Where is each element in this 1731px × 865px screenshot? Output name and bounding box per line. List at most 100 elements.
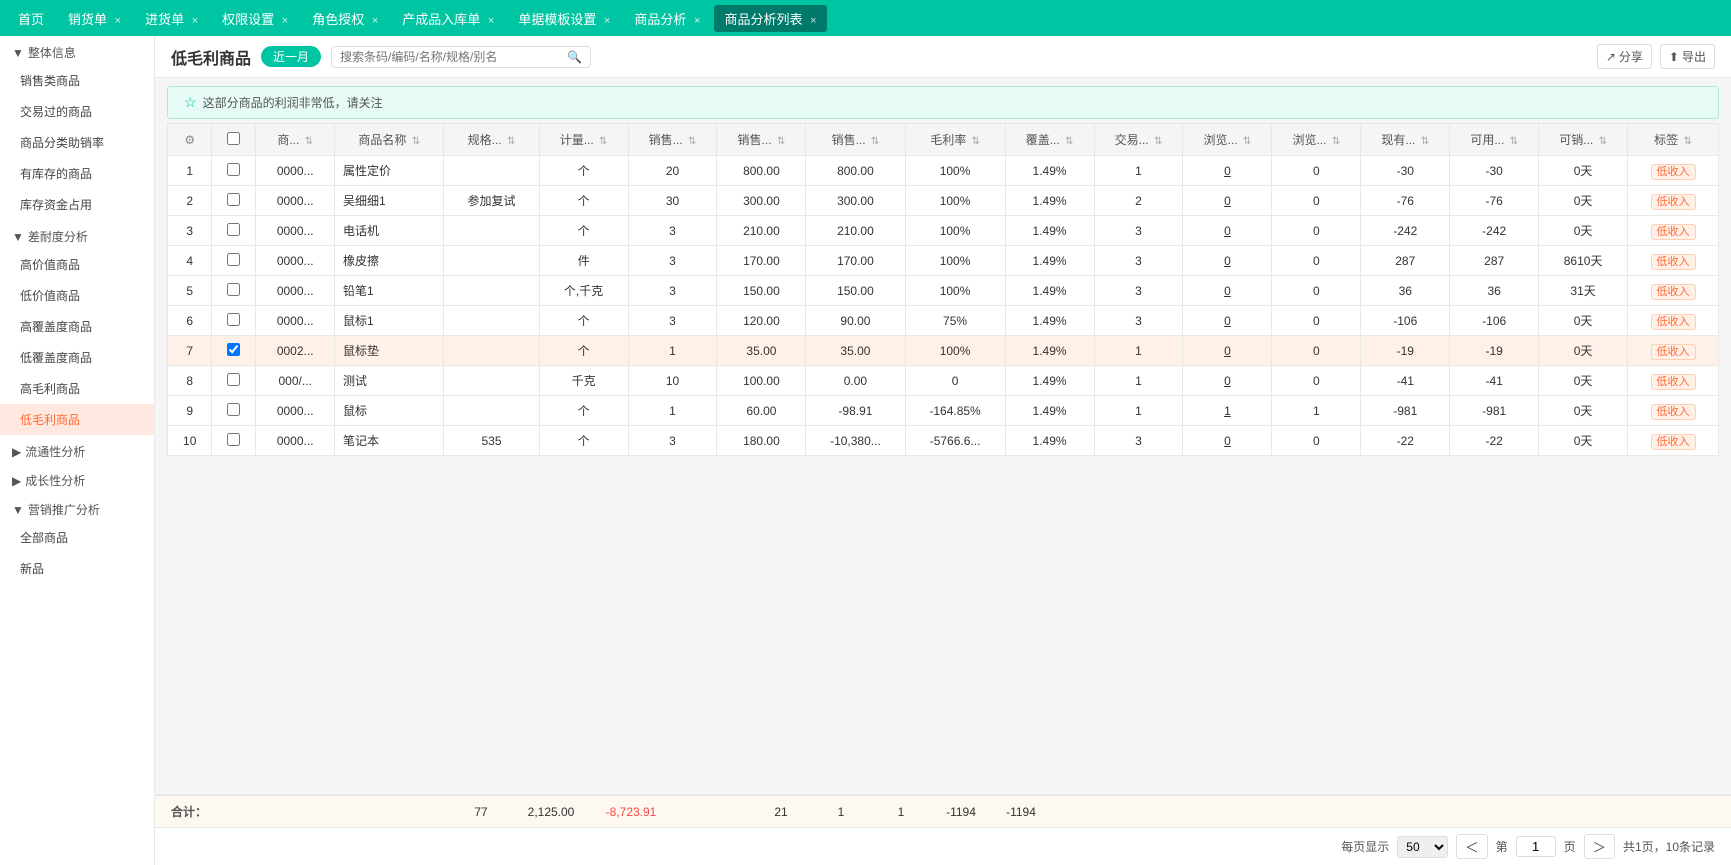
page-header: 低毛利商品 近一月 🔍 ↗ 分享 ⬆ 导出: [155, 36, 1731, 78]
cell-browse1[interactable]: 0: [1183, 156, 1272, 186]
row-checkbox[interactable]: [227, 433, 240, 446]
cell-checkbox[interactable]: [212, 276, 256, 306]
cell-browse1[interactable]: 0: [1183, 426, 1272, 456]
cell-checkbox[interactable]: [212, 216, 256, 246]
sidebar-item-stock-capital[interactable]: 库存资金占用: [0, 189, 154, 220]
close-icon[interactable]: ×: [372, 15, 378, 27]
row-checkbox[interactable]: [227, 283, 240, 296]
col-sales-amt[interactable]: 销售... ⇅: [717, 124, 806, 156]
col-unit[interactable]: 计量... ⇅: [539, 124, 628, 156]
close-icon[interactable]: ×: [488, 15, 494, 27]
row-checkbox[interactable]: [227, 253, 240, 266]
page-input[interactable]: [1516, 836, 1556, 857]
sidebar-group-marketing[interactable]: ▼ 营销推广分析: [0, 493, 154, 522]
sidebar-item-low-margin[interactable]: 低毛利商品: [0, 404, 154, 435]
col-gross-margin[interactable]: 毛利率 ⇅: [905, 124, 1005, 156]
page-size-select[interactable]: 50 100 200: [1397, 836, 1448, 858]
cell-browse1[interactable]: 0: [1183, 366, 1272, 396]
row-checkbox[interactable]: [227, 223, 240, 236]
cell-browse1[interactable]: 0: [1183, 246, 1272, 276]
nav-product-analysis-list[interactable]: 商品分析列表 ×: [714, 5, 826, 32]
nav-home[interactable]: 首页: [8, 5, 54, 32]
cell-checkbox[interactable]: [212, 156, 256, 186]
search-box[interactable]: 🔍: [331, 46, 591, 68]
cell-browse1[interactable]: 0: [1183, 306, 1272, 336]
col-sales-qty[interactable]: 销售... ⇅: [628, 124, 717, 156]
cell-checkbox[interactable]: [212, 366, 256, 396]
sidebar-group-growth[interactable]: ▶ 成长性分析: [0, 464, 154, 493]
cell-browse1[interactable]: 0: [1183, 336, 1272, 366]
cell-checkbox[interactable]: [212, 186, 256, 216]
sidebar-item-in-stock[interactable]: 有库存的商品: [0, 158, 154, 189]
cell-current-stock: -981: [1361, 396, 1450, 426]
cell-browse1[interactable]: 0: [1183, 186, 1272, 216]
cell-browse1[interactable]: 0: [1183, 276, 1272, 306]
sidebar-group-circulation[interactable]: ▶ 流通性分析: [0, 435, 154, 464]
col-saleable-stock[interactable]: 可销... ⇅: [1539, 124, 1628, 156]
col-code[interactable]: 商... ⇅: [256, 124, 335, 156]
row-checkbox[interactable]: [227, 193, 240, 206]
sidebar-item-high-margin[interactable]: 高毛利商品: [0, 373, 154, 404]
col-coverage[interactable]: 覆盖... ⇅: [1005, 124, 1094, 156]
cell-browse1[interactable]: 0: [1183, 216, 1272, 246]
cell-checkbox[interactable]: [212, 336, 256, 366]
sidebar-group-resistance[interactable]: ▼ 差耐度分析: [0, 220, 154, 249]
sidebar-item-high-coverage[interactable]: 高覆盖度商品: [0, 311, 154, 342]
col-checkbox[interactable]: [212, 124, 256, 156]
close-icon[interactable]: ×: [810, 15, 816, 27]
col-spec[interactable]: 规格... ⇅: [444, 124, 539, 156]
nav-purchase[interactable]: 进货单 ×: [135, 5, 208, 32]
nav-permission[interactable]: 权限设置 ×: [212, 5, 298, 32]
nav-template[interactable]: 单据模板设置 ×: [508, 5, 620, 32]
cell-checkbox[interactable]: [212, 426, 256, 456]
nav-sales[interactable]: 销货单 ×: [58, 5, 131, 32]
sidebar-item-new-goods[interactable]: 新品: [0, 553, 154, 584]
sidebar-item-sales-goods[interactable]: 销售类商品: [0, 65, 154, 96]
next-page-button[interactable]: ＞: [1584, 834, 1615, 859]
row-checkbox[interactable]: [227, 403, 240, 416]
search-icon[interactable]: 🔍: [567, 50, 582, 64]
sidebar-item-traded-goods[interactable]: 交易过的商品: [0, 96, 154, 127]
close-icon[interactable]: ×: [192, 15, 198, 27]
sidebar-item-category-rate[interactable]: 商品分类助销率: [0, 127, 154, 158]
row-checkbox[interactable]: [227, 313, 240, 326]
close-icon[interactable]: ×: [604, 15, 610, 27]
close-icon[interactable]: ×: [115, 15, 121, 27]
cell-checkbox[interactable]: [212, 246, 256, 276]
col-avail-stock[interactable]: 可用... ⇅: [1450, 124, 1539, 156]
cell-browse1[interactable]: 1: [1183, 396, 1272, 426]
cell-checkbox[interactable]: [212, 396, 256, 426]
search-input[interactable]: [340, 50, 567, 64]
col-sales-profit[interactable]: 销售... ⇅: [806, 124, 905, 156]
sidebar-item-low-coverage[interactable]: 低覆盖度商品: [0, 342, 154, 373]
sidebar-item-low-value[interactable]: 低价值商品: [0, 280, 154, 311]
col-trade-count[interactable]: 交易... ⇅: [1094, 124, 1183, 156]
row-checkbox[interactable]: [227, 163, 240, 176]
sidebar-item-all-goods[interactable]: 全部商品: [0, 522, 154, 553]
close-icon[interactable]: ×: [694, 15, 700, 27]
row-checkbox[interactable]: [227, 373, 240, 386]
export-button[interactable]: ⬆ 导出: [1660, 44, 1715, 69]
sidebar-group-overall[interactable]: ▼ 整体信息: [0, 36, 154, 65]
col-name[interactable]: 商品名称 ⇅: [335, 124, 444, 156]
cell-spec: [444, 246, 539, 276]
footer-browse1: 1: [811, 805, 871, 819]
cell-checkbox[interactable]: [212, 306, 256, 336]
filter-button[interactable]: 近一月: [261, 46, 321, 67]
col-browse2[interactable]: 浏览... ⇅: [1272, 124, 1361, 156]
col-settings[interactable]: ⚙: [168, 124, 212, 156]
cell-coverage: 1.49%: [1005, 396, 1094, 426]
prev-page-button[interactable]: ＜: [1456, 834, 1487, 859]
col-current-stock[interactable]: 现有... ⇅: [1361, 124, 1450, 156]
sidebar-group-label: 差耐度分析: [28, 228, 88, 245]
close-icon[interactable]: ×: [282, 15, 288, 27]
nav-product-entry[interactable]: 产成品入库单 ×: [392, 5, 504, 32]
sidebar-item-high-value[interactable]: 高价值商品: [0, 249, 154, 280]
select-all-checkbox[interactable]: [227, 132, 240, 145]
nav-product-analysis[interactable]: 商品分析 ×: [624, 5, 710, 32]
col-tag[interactable]: 标签 ⇅: [1628, 124, 1719, 156]
nav-role[interactable]: 角色授权 ×: [302, 5, 388, 32]
row-checkbox[interactable]: [227, 343, 240, 356]
col-browse1[interactable]: 浏览... ⇅: [1183, 124, 1272, 156]
share-button[interactable]: ↗ 分享: [1597, 44, 1652, 69]
